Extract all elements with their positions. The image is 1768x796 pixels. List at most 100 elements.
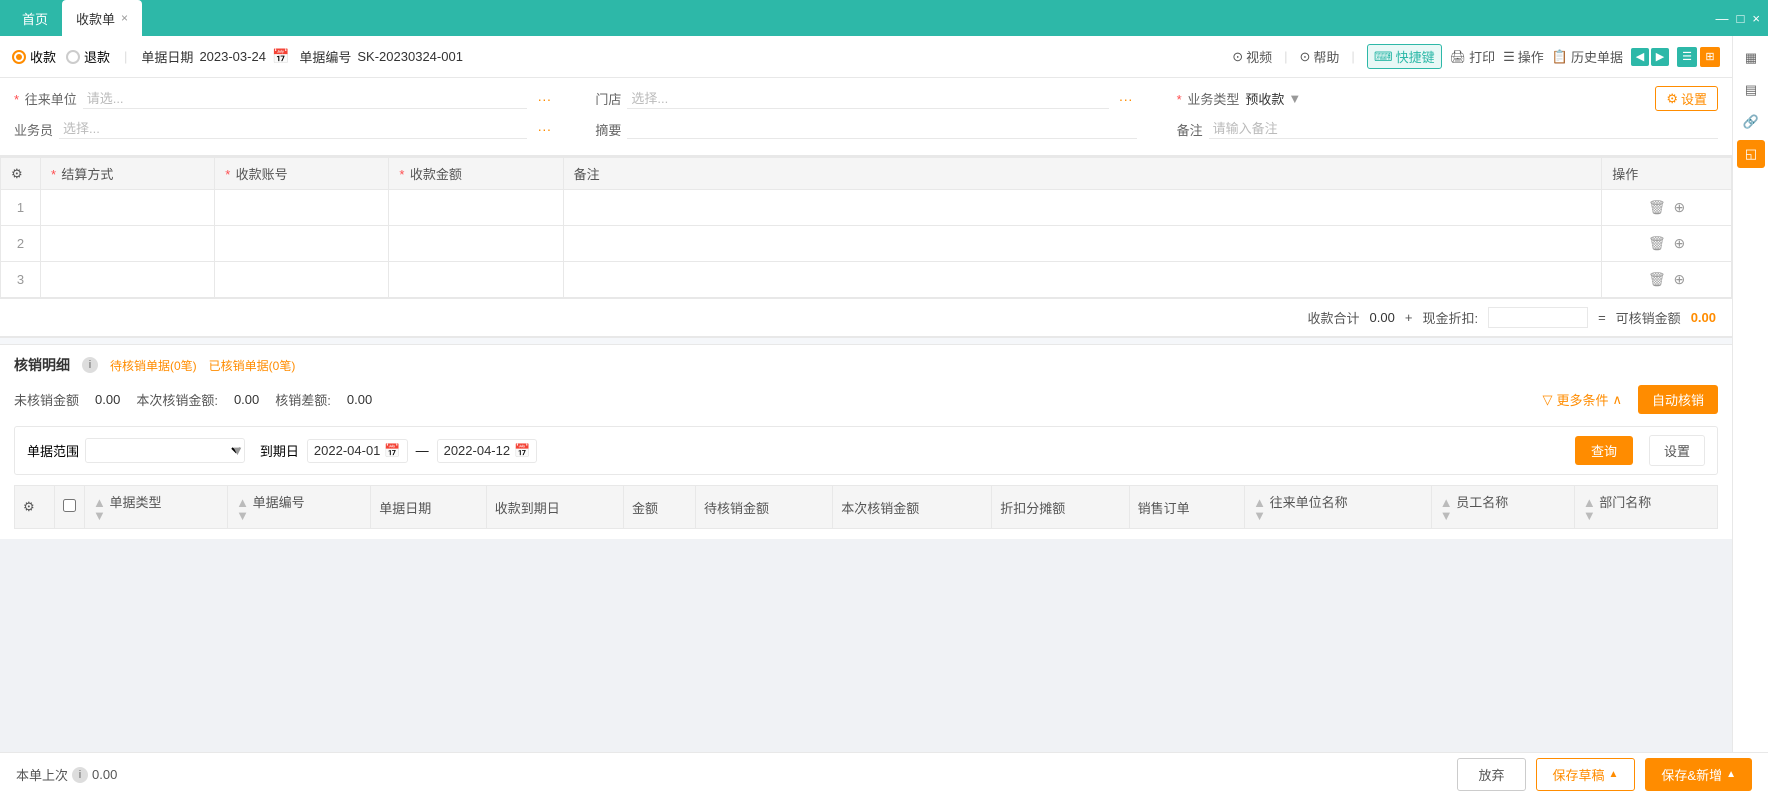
help-btn[interactable]: ⊙ 帮助 bbox=[1300, 47, 1340, 66]
range-label: 单据范围 bbox=[27, 441, 79, 460]
info-icon[interactable]: i bbox=[82, 357, 98, 373]
date-from-wrap: 2022-04-01 📅 bbox=[307, 439, 408, 463]
operation-btn[interactable]: ☰ 操作 bbox=[1503, 47, 1544, 66]
store-more-btn[interactable]: ··· bbox=[1115, 91, 1137, 107]
cell-amount-2[interactable] bbox=[389, 226, 563, 262]
tab-close-icon[interactable]: × bbox=[121, 11, 128, 25]
calendar-icon[interactable]: 📅 bbox=[272, 48, 289, 65]
calendar-to-icon[interactable]: 📅 bbox=[514, 443, 530, 459]
right-panel-attach-icon[interactable]: 🔗 bbox=[1737, 108, 1765, 136]
prev-arrow[interactable]: ◀ bbox=[1631, 48, 1649, 66]
type-select[interactable]: 预收款 ▼ bbox=[1245, 89, 1301, 108]
calendar-from-icon[interactable]: 📅 bbox=[384, 443, 400, 459]
cell-settle-2[interactable] bbox=[41, 226, 215, 262]
window-min-btn[interactable]: — bbox=[1716, 11, 1729, 26]
table-icon: ▦ bbox=[1745, 50, 1757, 66]
remark-input[interactable] bbox=[1209, 119, 1718, 139]
btcol-pending: 待核销金额 bbox=[696, 486, 833, 529]
staff-field: 业务员 ··· bbox=[14, 119, 555, 139]
footer-left: 本单上次 i 0.00 bbox=[16, 765, 117, 784]
cell-settle-1[interactable] bbox=[41, 190, 215, 226]
store-input[interactable] bbox=[627, 89, 1108, 109]
client-input[interactable] bbox=[83, 89, 528, 109]
col-gear[interactable]: ⚙ bbox=[1, 158, 41, 190]
date-value: 2023-03-24 bbox=[199, 49, 266, 64]
cell-account-3[interactable] bbox=[215, 262, 389, 298]
radio-group: 收款 退款 bbox=[12, 47, 110, 66]
filter-icon: ▽ bbox=[1542, 392, 1552, 408]
col-remark-header: 备注 bbox=[563, 158, 1602, 190]
print-btn[interactable]: 🖨 打印 bbox=[1450, 47, 1496, 66]
cell-settle-3[interactable] bbox=[41, 262, 215, 298]
radio-refund[interactable]: 退款 bbox=[66, 47, 110, 66]
client-label: * 往来单位 bbox=[14, 89, 77, 108]
receipt-icon: ▤ bbox=[1745, 82, 1757, 98]
copy-icon-3[interactable]: ⊕ bbox=[1673, 271, 1685, 287]
copy-icon-2[interactable]: ⊕ bbox=[1673, 235, 1685, 251]
select-all-checkbox[interactable] bbox=[63, 499, 76, 512]
footer: 本单上次 i 0.00 放弃 保存草稿 ▲ 保存&新增 ▲ bbox=[0, 752, 1768, 796]
save-new-label: 保存&新增 bbox=[1661, 765, 1722, 784]
query-btn[interactable]: 查询 bbox=[1575, 436, 1633, 465]
staff-more-btn[interactable]: ··· bbox=[533, 121, 555, 137]
video-btn[interactable]: ⊙ 视频 bbox=[1232, 47, 1272, 66]
save-new-btn[interactable]: 保存&新增 ▲ bbox=[1645, 758, 1752, 791]
shortcut-icon: ⌨ bbox=[1374, 49, 1393, 65]
right-panel-receipt-icon[interactable]: ▤ bbox=[1737, 76, 1765, 104]
staff-label: 业务员 bbox=[14, 120, 53, 139]
window-close-btn[interactable]: × bbox=[1752, 11, 1760, 26]
cell-amount-1[interactable] bbox=[389, 190, 563, 226]
history-btn[interactable]: 📋 历史单据 bbox=[1552, 47, 1623, 66]
radio-receipt[interactable]: 收款 bbox=[12, 47, 56, 66]
done-tab[interactable]: 已核销单据(0笔) bbox=[209, 357, 296, 374]
save-draft-btn[interactable]: 保存草稿 ▲ bbox=[1536, 758, 1636, 791]
table-settings-btn[interactable]: 设置 bbox=[1649, 435, 1705, 466]
cell-amount-3[interactable] bbox=[389, 262, 563, 298]
no-label: 单据编号 bbox=[299, 47, 351, 66]
discard-btn[interactable]: 放弃 bbox=[1457, 758, 1525, 791]
discount-label: 现金折扣: bbox=[1422, 308, 1478, 327]
cell-remark-3[interactable] bbox=[563, 262, 1602, 298]
bottom-table: ⚙ ▲▼ 单据类型 ▲▼ 单据编号 单据日期 收款到期 bbox=[14, 485, 1718, 529]
history-label: 历史单据 bbox=[1571, 47, 1623, 66]
copy-icon-1[interactable]: ⊕ bbox=[1673, 199, 1685, 215]
query-row: 单据范围 ▼ 到期日 2022-04-01 📅 — 2022-04-12 📅 查… bbox=[14, 426, 1718, 475]
shortcut-btn[interactable]: ⌨ 快捷键 bbox=[1367, 44, 1442, 69]
staff-input[interactable] bbox=[59, 119, 527, 139]
receipt-table: ⚙ * 结算方式 * 收款账号 * 收款金额 备注 bbox=[0, 157, 1732, 298]
btcol-order: 销售订单 bbox=[1129, 486, 1245, 529]
btcol-gear[interactable]: ⚙ bbox=[15, 486, 55, 529]
shortcut-label: 快捷键 bbox=[1396, 47, 1435, 66]
auto-verify-btn[interactable]: 自动核销 bbox=[1638, 385, 1718, 414]
window-controls: — □ × bbox=[1716, 11, 1760, 26]
client-more-btn[interactable]: ··· bbox=[533, 91, 555, 107]
remark-label: 备注 bbox=[1177, 120, 1203, 139]
cell-account-2[interactable] bbox=[215, 226, 389, 262]
range-select[interactable] bbox=[85, 438, 245, 463]
date-from-value: 2022-04-01 bbox=[314, 443, 381, 458]
tab-receipt[interactable]: 收款单 × bbox=[62, 0, 142, 36]
btcol-discount: 折扣分摊额 bbox=[992, 486, 1129, 529]
settings-btn[interactable]: ⚙ 设置 bbox=[1655, 86, 1718, 111]
cell-remark-1[interactable] bbox=[563, 190, 1602, 226]
cell-account-1[interactable] bbox=[215, 190, 389, 226]
window-max-btn[interactable]: □ bbox=[1737, 11, 1745, 26]
delete-icon-2[interactable]: 🗑 bbox=[1648, 235, 1666, 251]
right-panel-table-icon[interactable]: ▦ bbox=[1737, 44, 1765, 72]
summary-label: 摘要 bbox=[595, 120, 621, 139]
next-arrow[interactable]: ▶ bbox=[1651, 48, 1669, 66]
more-conditions-btn[interactable]: ▽ 更多条件 ∧ bbox=[1542, 390, 1622, 409]
grid-view-icon[interactable]: ⊞ bbox=[1700, 47, 1720, 67]
right-panel-active-icon[interactable]: ◱ bbox=[1737, 140, 1765, 168]
tab-home[interactable]: 首页 bbox=[8, 0, 62, 36]
discount-input[interactable] bbox=[1488, 307, 1588, 328]
summary-input[interactable] bbox=[627, 119, 1136, 139]
delete-icon-3[interactable]: 🗑 bbox=[1648, 271, 1666, 287]
list-view-icon[interactable]: ☰ bbox=[1677, 47, 1697, 67]
type-label: * 业务类型 bbox=[1177, 89, 1240, 108]
delete-icon-1[interactable]: 🗑 bbox=[1648, 199, 1666, 215]
pending-tab[interactable]: 待核销单据(0笔) bbox=[110, 357, 197, 374]
cell-remark-2[interactable] bbox=[563, 226, 1602, 262]
last-info-icon[interactable]: i bbox=[72, 767, 88, 783]
history-icon: 📋 bbox=[1552, 49, 1568, 65]
